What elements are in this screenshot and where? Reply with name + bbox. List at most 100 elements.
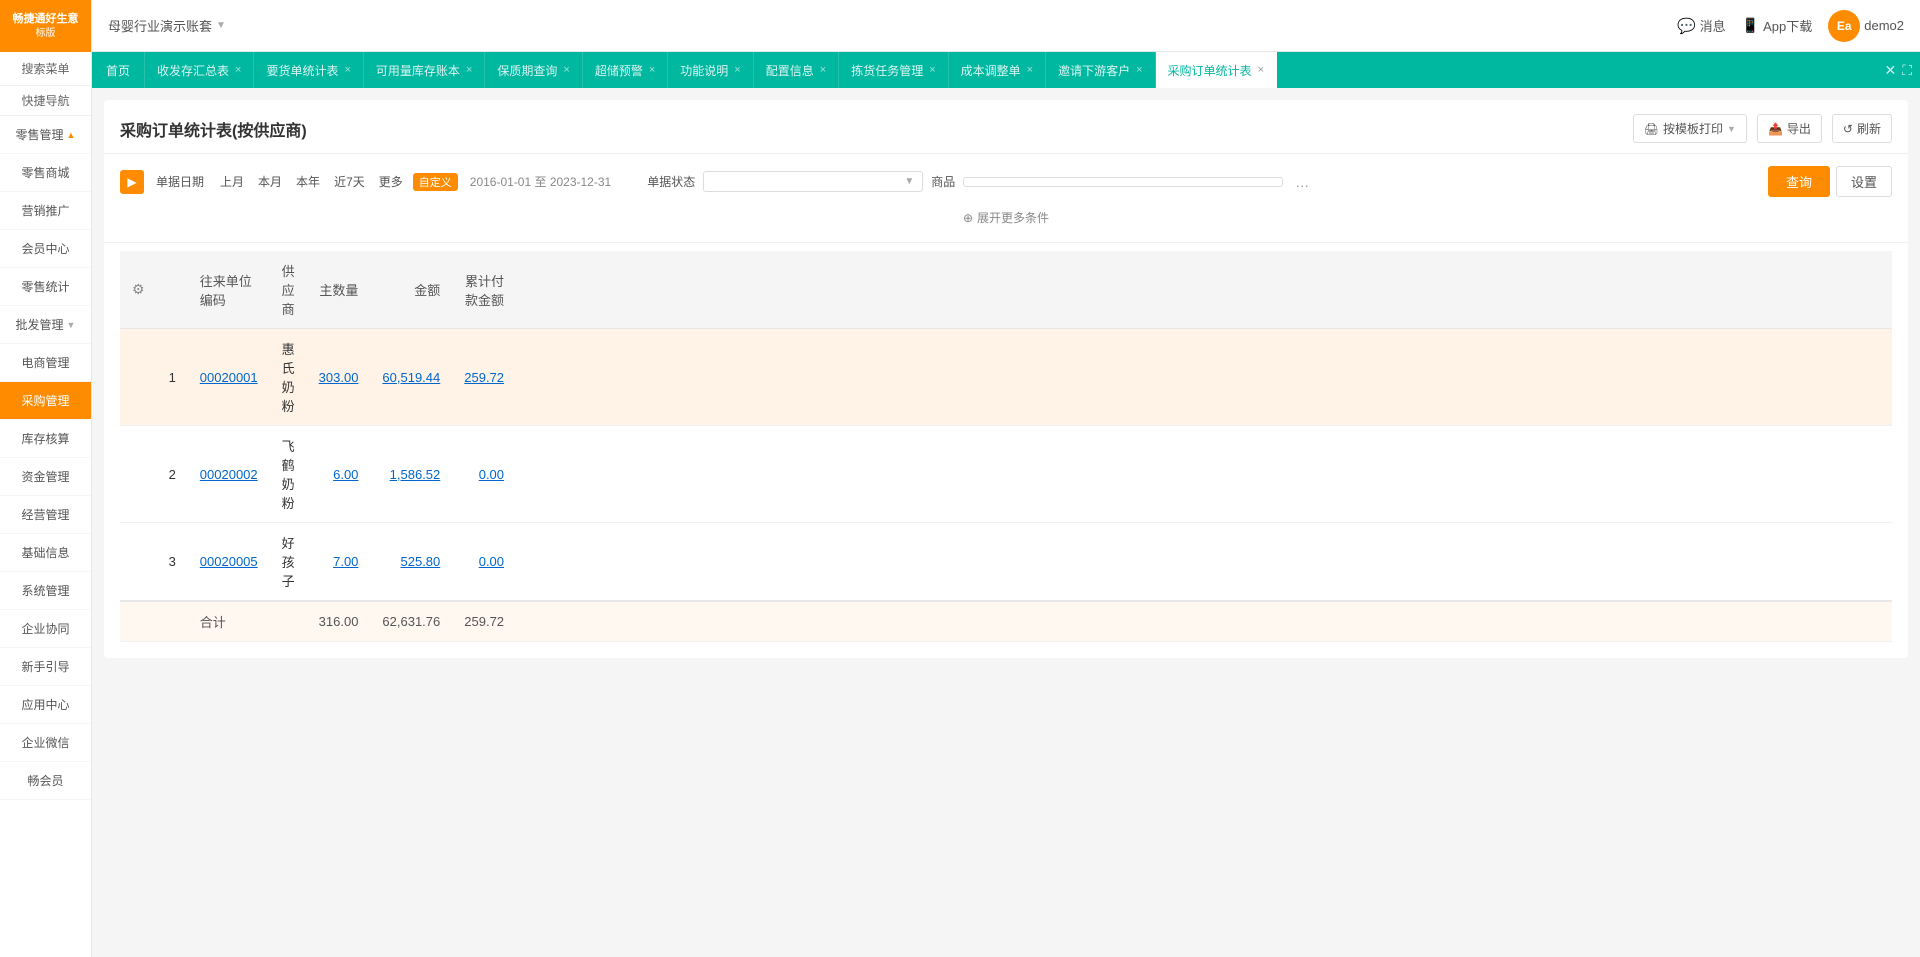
table-row[interactable]: 2 00020002 飞鹤奶粉 6.00 1,586.52 0.00 [120,426,1892,523]
sidebar-item-label: 企业协同 [21,620,69,637]
template-print-button[interactable]: 🖨 按模板打印 ▼ [1633,114,1747,143]
sidebar-search[interactable]: 搜索菜单 [0,52,91,86]
app-download-btn[interactable]: 📱 App下载 [1742,16,1813,35]
workspace-selector[interactable]: 母婴行业演示账套 ▼ [108,16,226,35]
table-header: ⚙ 往来单位编码 供应商 主数量 金额 累计付款金额 [120,251,1892,329]
tab-expiry-query[interactable]: 保质期查询 × [485,52,582,88]
paid-amount-link[interactable]: 259.72 [464,370,504,385]
tab-close-icon[interactable]: × [929,64,935,76]
sidebar-item-label: 电商管理 [21,354,69,371]
tab-close-icon[interactable]: × [1027,64,1033,76]
sidebar-item-retail-shop[interactable]: 零售商城 [0,154,91,192]
tab-close-icon[interactable]: × [820,64,826,76]
message-btn[interactable]: 💬 消息 [1677,16,1726,35]
sidebar-item-retail-manage[interactable]: 零售管理 ▲ [0,116,91,154]
unit-code-link[interactable]: 00020002 [200,467,258,482]
sidebar-item-new-guide[interactable]: 新手引导 [0,648,91,686]
row-supplier: 惠氏奶粉 [270,329,307,426]
sidebar-item-inventory[interactable]: 库存核算 [0,420,91,458]
tab-over-stock-warn[interactable]: 超储预警 × [583,52,668,88]
amount-link[interactable]: 60,519.44 [382,370,440,385]
data-table: ⚙ 往来单位编码 供应商 主数量 金额 累计付款金额 [120,251,1892,642]
sidebar-item-app-center[interactable]: 应用中心 [0,686,91,724]
sidebar-item-member-center[interactable]: 会员中心 [0,230,91,268]
status-select[interactable]: ▼ [703,171,923,192]
tab-label: 保质期查询 [497,62,557,79]
tab-function-desc[interactable]: 功能说明 × [668,52,753,88]
table-row[interactable]: 3 00020005 好孩子 7.00 525.80 0.00 [120,523,1892,602]
gear-icon[interactable]: ⚙ [132,281,145,297]
app-logo-text: 畅捷通好生意标版 [13,12,79,41]
shortcut-this-year[interactable]: 本年 [292,172,324,191]
amount-link[interactable]: 525.80 [401,554,441,569]
unit-code-link[interactable]: 00020005 [200,554,258,569]
tab-close-icon[interactable]: × [466,64,472,76]
maximize-btn[interactable]: ⛶ [1902,62,1912,79]
tab-close-icon[interactable]: × [1136,64,1142,76]
tab-label: 要货单统计表 [266,62,338,79]
paid-amount-link[interactable]: 0.00 [479,554,504,569]
user-info[interactable]: Ea demo2 [1828,10,1904,42]
shortcut-more[interactable]: 更多 [375,172,407,191]
paid-amount-link[interactable]: 0.00 [479,467,504,482]
date-custom-badge[interactable]: 自定义 [413,173,458,191]
page-container: 采购订单统计表(按供应商) 🖨 按模板打印 ▼ 📤 导出 ↺ 刷新 [104,100,1908,658]
row-no: 3 [157,523,188,602]
tab-close-icon[interactable]: × [344,64,350,76]
tab-available-stock[interactable]: 可用量库存账本 × [364,52,485,88]
tab-home[interactable]: 首页 [92,52,145,88]
tab-cost-adjust[interactable]: 成本调整单 × [949,52,1046,88]
sidebar-item-enterprise-collab[interactable]: 企业协同 [0,610,91,648]
filter-status-group: 单据状态 ▼ 商品 … [647,171,1309,192]
sidebar-nav[interactable]: 快捷导航 [0,86,91,116]
tab-pick-task[interactable]: 拣货任务管理 × [839,52,948,88]
tab-close-icon[interactable]: × [734,64,740,76]
sidebar-item-enterprise-wechat[interactable]: 企业微信 [0,724,91,762]
unit-code-link[interactable]: 00020001 [200,370,258,385]
sidebar-item-purchase-manage[interactable]: 采购管理 [0,382,91,420]
sidebar-item-label: 营销推广 [21,202,69,219]
close-window-btn[interactable]: ✕ [1884,62,1896,79]
sidebar-item-finance[interactable]: 资金管理 [0,458,91,496]
sidebar-item-wholesale-manage[interactable]: 批发管理 ▼ [0,306,91,344]
row-unit-code: 00020005 [188,523,270,602]
tab-close-icon[interactable]: × [1258,64,1264,76]
shortcut-last-month[interactable]: 上月 [216,172,248,191]
settings-button[interactable]: 设置 [1836,166,1892,197]
sidebar-item-system[interactable]: 系统管理 [0,572,91,610]
refresh-button[interactable]: ↺ 刷新 [1832,114,1892,143]
tab-purchase-order-stats[interactable]: 采购订单统计表 × [1156,52,1277,88]
tab-label: 超储预警 [595,62,643,79]
shortcut-this-month[interactable]: 本月 [254,172,286,191]
tab-receive-send[interactable]: 收发存汇总表 × [145,52,254,88]
export-button[interactable]: 📤 导出 [1757,114,1822,143]
table-row[interactable]: 1 00020001 惠氏奶粉 303.00 60,519.44 259.72 [120,329,1892,426]
tab-label: 收发存汇总表 [157,62,229,79]
shortcut-7days[interactable]: 近7天 [330,172,369,191]
quantity-link[interactable]: 6.00 [333,467,358,482]
tab-close-icon[interactable]: × [649,64,655,76]
more-filter-icon[interactable]: … [1295,174,1309,190]
tab-close-icon[interactable]: × [563,64,569,76]
sidebar-item-retail-stats[interactable]: 零售统计 [0,268,91,306]
tab-close-icon[interactable]: × [235,64,241,76]
topbar: 母婴行业演示账套 ▼ 💬 消息 📱 App下载 Ea demo2 [92,0,1920,52]
tab-config-info[interactable]: 配置信息 × [754,52,839,88]
row-paid-amount: 0.00 [452,523,516,602]
filter-toggle-btn[interactable]: ▶ [120,170,144,194]
query-button[interactable]: 查询 [1768,166,1830,197]
sidebar-item-ecommerce[interactable]: 电商管理 [0,344,91,382]
sidebar-item-member-vip[interactable]: 畅会员 [0,762,91,800]
expand-more-btn[interactable]: ⊕ 展开更多条件 [963,209,1049,226]
expand-more-label: 展开更多条件 [977,209,1049,226]
tab-goods-stats[interactable]: 要货单统计表 × [254,52,363,88]
sidebar-item-operation[interactable]: 经营管理 [0,496,91,534]
download-icon: 📱 [1742,17,1759,34]
amount-link[interactable]: 1,586.52 [390,467,441,482]
sidebar-item-marketing[interactable]: 营销推广 [0,192,91,230]
quantity-link[interactable]: 303.00 [319,370,359,385]
quantity-link[interactable]: 7.00 [333,554,358,569]
sidebar-item-basic-info[interactable]: 基础信息 [0,534,91,572]
goods-input[interactable] [963,177,1283,187]
tab-invite-downstream[interactable]: 邀请下游客户 × [1046,52,1155,88]
